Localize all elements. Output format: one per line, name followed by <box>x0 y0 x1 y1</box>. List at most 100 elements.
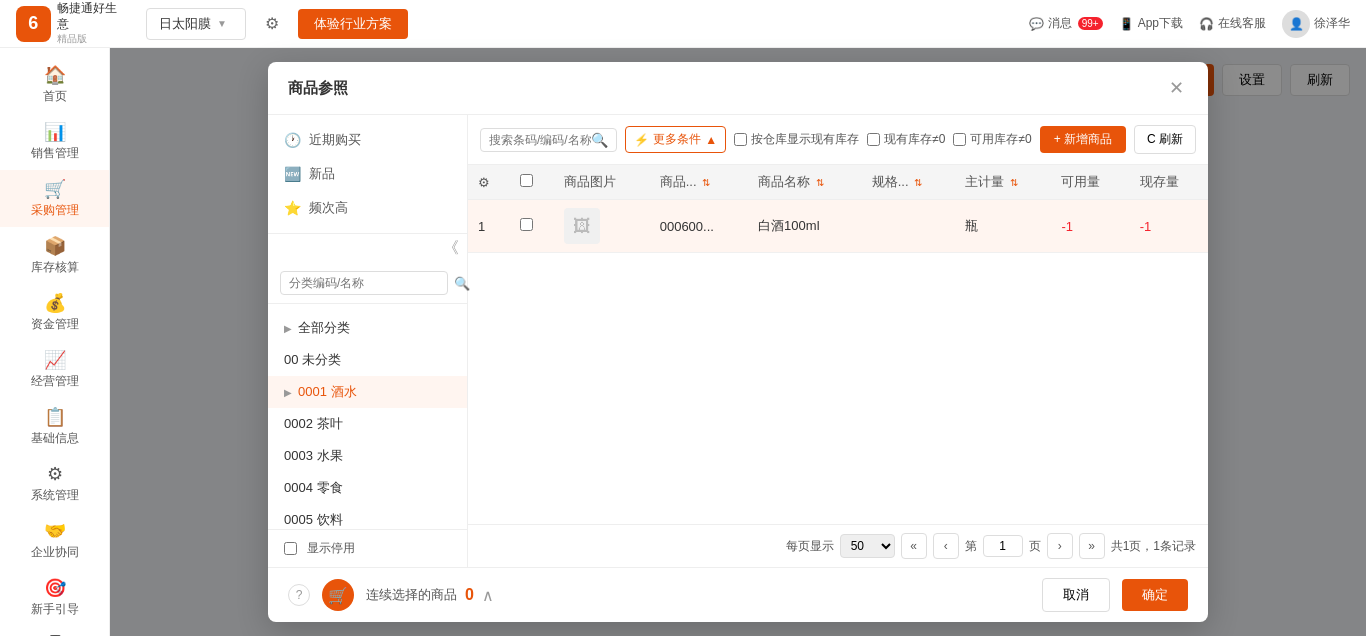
online-service-item[interactable]: 🎧 在线客服 <box>1199 15 1266 32</box>
help-button[interactable]: ? <box>288 584 310 606</box>
right-toolbar: 🔍 ⚡ 更多条件 ▲ 按仓库显示现有库存 <box>468 115 1208 165</box>
table-refresh-button[interactable]: C 刷新 <box>1134 125 1196 154</box>
th-stock: 现存量 <box>1130 165 1208 200</box>
footer-collapse-icon[interactable]: ∧ <box>482 586 494 605</box>
collapse-button[interactable]: 《 <box>268 234 467 263</box>
sidebar-item-collab[interactable]: 🤝 企业协同 <box>0 512 109 569</box>
th-unit-label: 主计量 <box>965 174 1004 189</box>
sidebar-label-guide: 新手引导 <box>31 601 79 618</box>
modal-close-button[interactable]: ✕ <box>1164 76 1188 100</box>
sort-unit-icon[interactable]: ⇅ <box>1010 177 1018 188</box>
gear-icon[interactable]: ⚙ <box>478 175 490 190</box>
nav-item-recent[interactable]: 🕐 近期购买 <box>268 123 467 157</box>
sidebar-item-finance[interactable]: 💰 资金管理 <box>0 284 109 341</box>
th-code-label: 商品... <box>660 174 697 189</box>
tree-item-0002[interactable]: 0002 茶叶 <box>268 408 467 440</box>
pagination: 每页显示 50 10 20 100 « ‹ <box>468 524 1208 567</box>
last-page-button[interactable]: » <box>1079 533 1105 559</box>
warehouse-checkbox[interactable] <box>734 133 747 146</box>
prev-page-button[interactable]: ‹ <box>933 533 959 559</box>
td-unit: 瓶 <box>955 200 1051 253</box>
warehouse-label: 按仓库显示现有库存 <box>751 131 859 148</box>
th-available: 可用量 <box>1051 165 1129 200</box>
user-item[interactable]: 👤 徐泽华 <box>1282 10 1350 38</box>
continuous-label: 连续选择的商品 <box>366 586 457 604</box>
sidebar-item-purchase[interactable]: 🛒 采购管理 <box>0 170 109 227</box>
logo: 6 畅捷通好生意 精品版 <box>16 1 126 46</box>
add-product-button[interactable]: + 新增商品 <box>1040 126 1126 153</box>
nav-item-frequent[interactable]: ⭐ 频次高 <box>268 191 467 225</box>
tree-item-0004[interactable]: 0004 零食 <box>268 472 467 504</box>
sidebar-label-home: 首页 <box>43 88 67 105</box>
first-page-button[interactable]: « <box>901 533 927 559</box>
checkbox-stock-nonzero[interactable]: 现有库存≠0 <box>867 131 945 148</box>
sidebar-item-system[interactable]: ⚙ 系统管理 <box>0 455 109 512</box>
tree-item-0001[interactable]: ▶ 0001 酒水 <box>268 376 467 408</box>
th-image: 商品图片 <box>554 165 649 200</box>
trial-button[interactable]: 体验行业方案 <box>298 9 408 39</box>
message-item[interactable]: 💬 消息 99+ <box>1029 15 1103 32</box>
sort-code-icon[interactable]: ⇅ <box>702 177 710 188</box>
sidebar-item-basic[interactable]: 📋 基础信息 <box>0 398 109 455</box>
tree-item-0005[interactable]: 0005 饮料 <box>268 504 467 529</box>
collapse-icon: 《 <box>443 238 459 259</box>
table-row[interactable]: 1 🖼 <box>468 200 1208 253</box>
settings-icon[interactable]: ⚙ <box>256 8 288 40</box>
modal-body: 🕐 近期购买 🆕 新品 ⭐ 频次高 <box>268 115 1208 567</box>
td-stock: -1 <box>1130 200 1208 253</box>
th-spec-label: 规格... <box>872 174 909 189</box>
sidebar-item-home[interactable]: 🏠 首页 <box>0 56 109 113</box>
next-page-icon: › <box>1058 539 1062 553</box>
stock-nonzero-checkbox[interactable] <box>867 133 880 146</box>
td-name: 白酒100ml <box>748 200 862 253</box>
page-input[interactable] <box>983 535 1023 557</box>
last-page-icon: » <box>1088 539 1095 553</box>
home-icon: 🏠 <box>44 64 66 86</box>
app-download-item[interactable]: 📱 App下载 <box>1119 15 1183 32</box>
guide-icon: 🎯 <box>44 577 66 599</box>
td-available: -1 <box>1051 200 1129 253</box>
product-search-input[interactable] <box>489 133 591 147</box>
sort-spec-icon[interactable]: ⇅ <box>914 177 922 188</box>
available-nonzero-checkbox[interactable] <box>953 133 966 146</box>
confirm-button[interactable]: 确定 <box>1122 579 1188 611</box>
stock-nonzero-label: 现有库存≠0 <box>884 131 945 148</box>
show-disabled-label[interactable]: 显示停用 <box>284 540 355 557</box>
product-search-box: 🔍 <box>480 128 617 152</box>
td-code: 000600... <box>650 200 748 253</box>
nav-right: 💬 消息 99+ 📱 App下载 🎧 在线客服 👤 徐泽华 <box>1029 10 1350 38</box>
filter-button[interactable]: ⚡ 更多条件 ▲ <box>625 126 726 153</box>
tree-item-0003[interactable]: 0003 水果 <box>268 440 467 472</box>
sidebar-item-operations[interactable]: 📈 经营管理 <box>0 341 109 398</box>
nav-label-recent: 近期购买 <box>309 131 361 149</box>
td-seq: 1 <box>468 200 510 253</box>
nav-item-new[interactable]: 🆕 新品 <box>268 157 467 191</box>
system-icon: ⚙ <box>47 463 63 485</box>
app-download-label: App下载 <box>1138 15 1183 32</box>
next-page-button[interactable]: › <box>1047 533 1073 559</box>
logo-icon: 6 <box>16 6 51 42</box>
row-checkbox[interactable] <box>520 218 533 231</box>
sidebar-item-sales[interactable]: 📊 销售管理 <box>0 113 109 170</box>
checkbox-available-nonzero[interactable]: 可用库存≠0 <box>953 131 1031 148</box>
cancel-button[interactable]: 取消 <box>1042 578 1110 612</box>
tree-item-00[interactable]: 00 未分类 <box>268 344 467 376</box>
per-page-select[interactable]: 50 10 20 100 <box>840 534 895 558</box>
checkbox-warehouse[interactable]: 按仓库显示现有库存 <box>734 131 859 148</box>
td-spec <box>862 200 955 253</box>
product-search-icon[interactable]: 🔍 <box>591 132 608 148</box>
select-all-checkbox[interactable] <box>520 174 533 187</box>
tree-item-all[interactable]: ▶ 全部分类 <box>268 312 467 344</box>
th-stock-label: 现存量 <box>1140 174 1179 189</box>
sort-name-icon[interactable]: ⇅ <box>816 177 824 188</box>
sidebar-item-guide[interactable]: 🎯 新手引导 <box>0 569 109 626</box>
store-selector[interactable]: 日太阳膜 ▼ <box>146 8 246 40</box>
sidebar-item-apps[interactable]: 📱 应用中心 <box>0 626 109 636</box>
sidebar-item-inventory[interactable]: 📦 库存核算 <box>0 227 109 284</box>
category-search-input[interactable] <box>280 271 448 295</box>
sidebar-label-inventory: 库存核算 <box>31 259 79 276</box>
show-disabled-checkbox[interactable] <box>284 542 297 555</box>
th-spec: 规格... ⇅ <box>862 165 955 200</box>
tree-label-0004: 0004 零食 <box>284 479 343 497</box>
tree-arrow-icon: ▶ <box>284 323 292 334</box>
